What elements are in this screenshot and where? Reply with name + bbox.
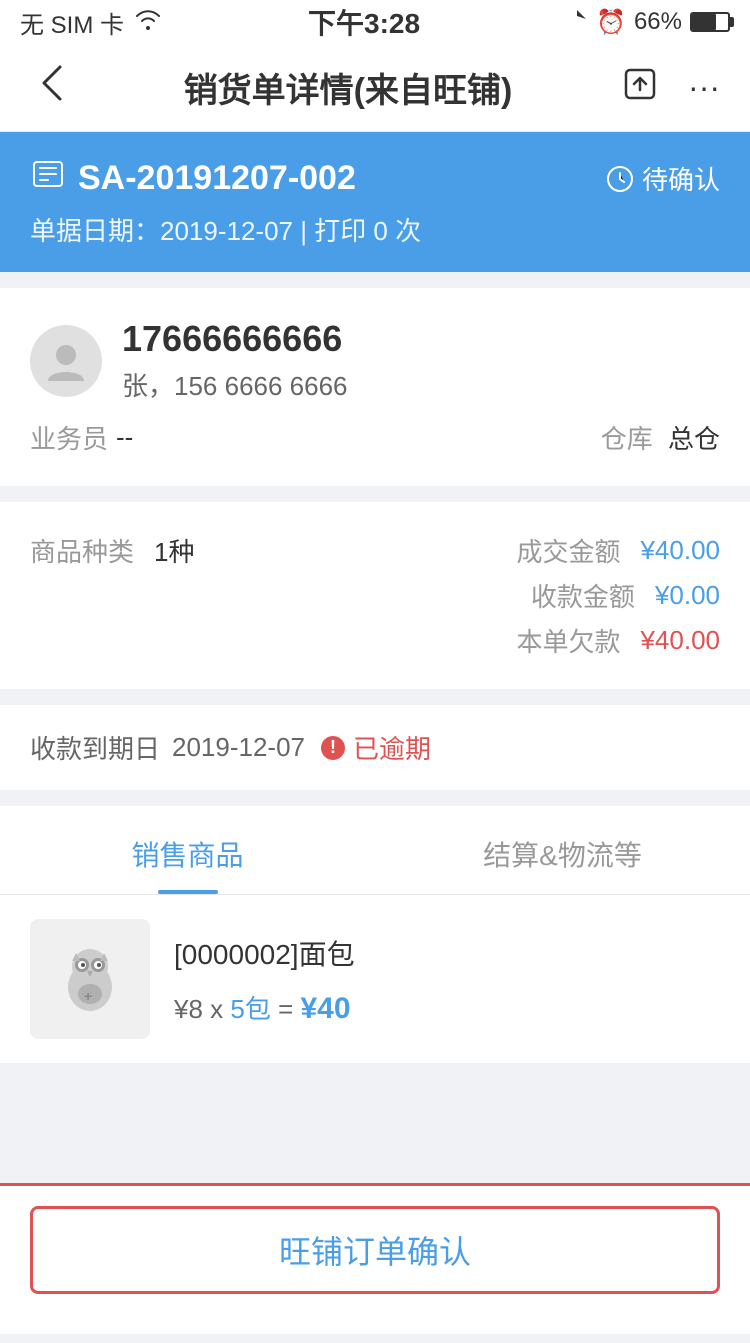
amount-stats: 成交金额 ¥40.00 收款金额 ¥0.00 本单欠款 ¥40.00 (516, 532, 720, 659)
confirm-order-button[interactable]: 旺铺订单确认 (30, 1206, 720, 1294)
more-icon[interactable]: ··· (688, 69, 720, 106)
overdue-label: 已逾期 (353, 729, 431, 766)
customer-meta: 业务员 -- 仓库 总仓 (30, 419, 720, 456)
customer-card: 17666666666 张，156 6666 6666 业务员 -- 仓库 总仓 (0, 288, 750, 486)
collection-label: 收款金额 (531, 577, 635, 614)
overdue-badge: ! 已逾期 (321, 729, 431, 766)
due-date: 2019-12-07 (172, 732, 305, 763)
owed-label: 本单欠款 (516, 622, 620, 659)
status-bar: 无 SIM 卡 下午3:28 ⏰ 66% (0, 0, 750, 44)
order-number: SA-20191207-002 (30, 156, 356, 201)
product-name: [0000002]面包 (174, 933, 720, 973)
order-date: 单据日期：2019-12-07 | 打印 0 次 (30, 211, 720, 248)
confirm-button-wrapper: 旺铺订单确认 (0, 1183, 750, 1334)
product-type-value: 1种 (154, 532, 194, 569)
location-icon (566, 8, 588, 37)
tab-bar: 销售商品 结算&物流等 (0, 806, 750, 895)
battery-percent: 66% (634, 8, 682, 36)
order-status: 待确认 (606, 160, 720, 197)
nav-actions: ··· (622, 66, 720, 110)
collection-amount: ¥0.00 (655, 580, 720, 611)
tab-settlement[interactable]: 结算&物流等 (375, 806, 750, 894)
status-left: 无 SIM 卡 (20, 5, 162, 40)
transaction-amount: ¥40.00 (640, 535, 720, 566)
owed-amount: ¥40.00 (640, 625, 720, 656)
transaction-label: 成交金额 (516, 532, 620, 569)
battery-icon (690, 12, 730, 32)
due-date-card: 收款到期日 2019-12-07 ! 已逾期 (0, 705, 750, 790)
customer-avatar (30, 325, 102, 397)
quantity: 5包 (230, 994, 270, 1024)
wifi-icon (134, 8, 162, 37)
nav-bar: 销货单详情(来自旺铺) ··· (0, 44, 750, 132)
product-details: [0000002]面包 ¥8 x 5包 = ¥40 (174, 933, 720, 1026)
customer-name: 张，156 6666 6666 (122, 366, 348, 403)
price-formula: ¥8 x (174, 994, 230, 1024)
total-price: ¥40 (300, 992, 350, 1025)
product-type-label: 商品种类 (30, 532, 134, 569)
sales-person-label: 业务员 (30, 419, 108, 456)
carrier-label: 无 SIM 卡 (20, 5, 124, 40)
alarm-icon: ⏰ (596, 8, 626, 37)
warehouse-value: 总仓 (668, 419, 720, 456)
sales-person-value: -- (116, 422, 133, 453)
order-header: SA-20191207-002 待确认 单据日期：2019-12-07 | 打印… (0, 132, 750, 272)
order-icon (30, 156, 66, 201)
svg-text:+: + (84, 988, 92, 1004)
warehouse-label: 仓库 (601, 419, 653, 456)
tab-sales-products[interactable]: 销售商品 (0, 806, 375, 894)
overdue-icon: ! (321, 736, 345, 760)
due-label: 收款到期日 (30, 729, 160, 766)
customer-phone: 17666666666 (122, 318, 348, 360)
stats-card: 商品种类 1种 成交金额 ¥40.00 收款金额 ¥0.00 本单欠款 ¥40.… (0, 502, 750, 689)
product-item: + [0000002]面包 ¥8 x 5包 = ¥40 (0, 895, 750, 1063)
status-time: 下午3:28 (308, 2, 420, 42)
equals: = (271, 994, 301, 1024)
status-right: ⏰ 66% (566, 8, 730, 37)
product-price: ¥8 x 5包 = ¥40 (174, 989, 720, 1026)
product-image: + (30, 919, 150, 1039)
page-title: 销货单详情(来自旺铺) (184, 63, 513, 112)
back-button[interactable] (30, 53, 74, 122)
share-icon[interactable] (622, 66, 658, 110)
